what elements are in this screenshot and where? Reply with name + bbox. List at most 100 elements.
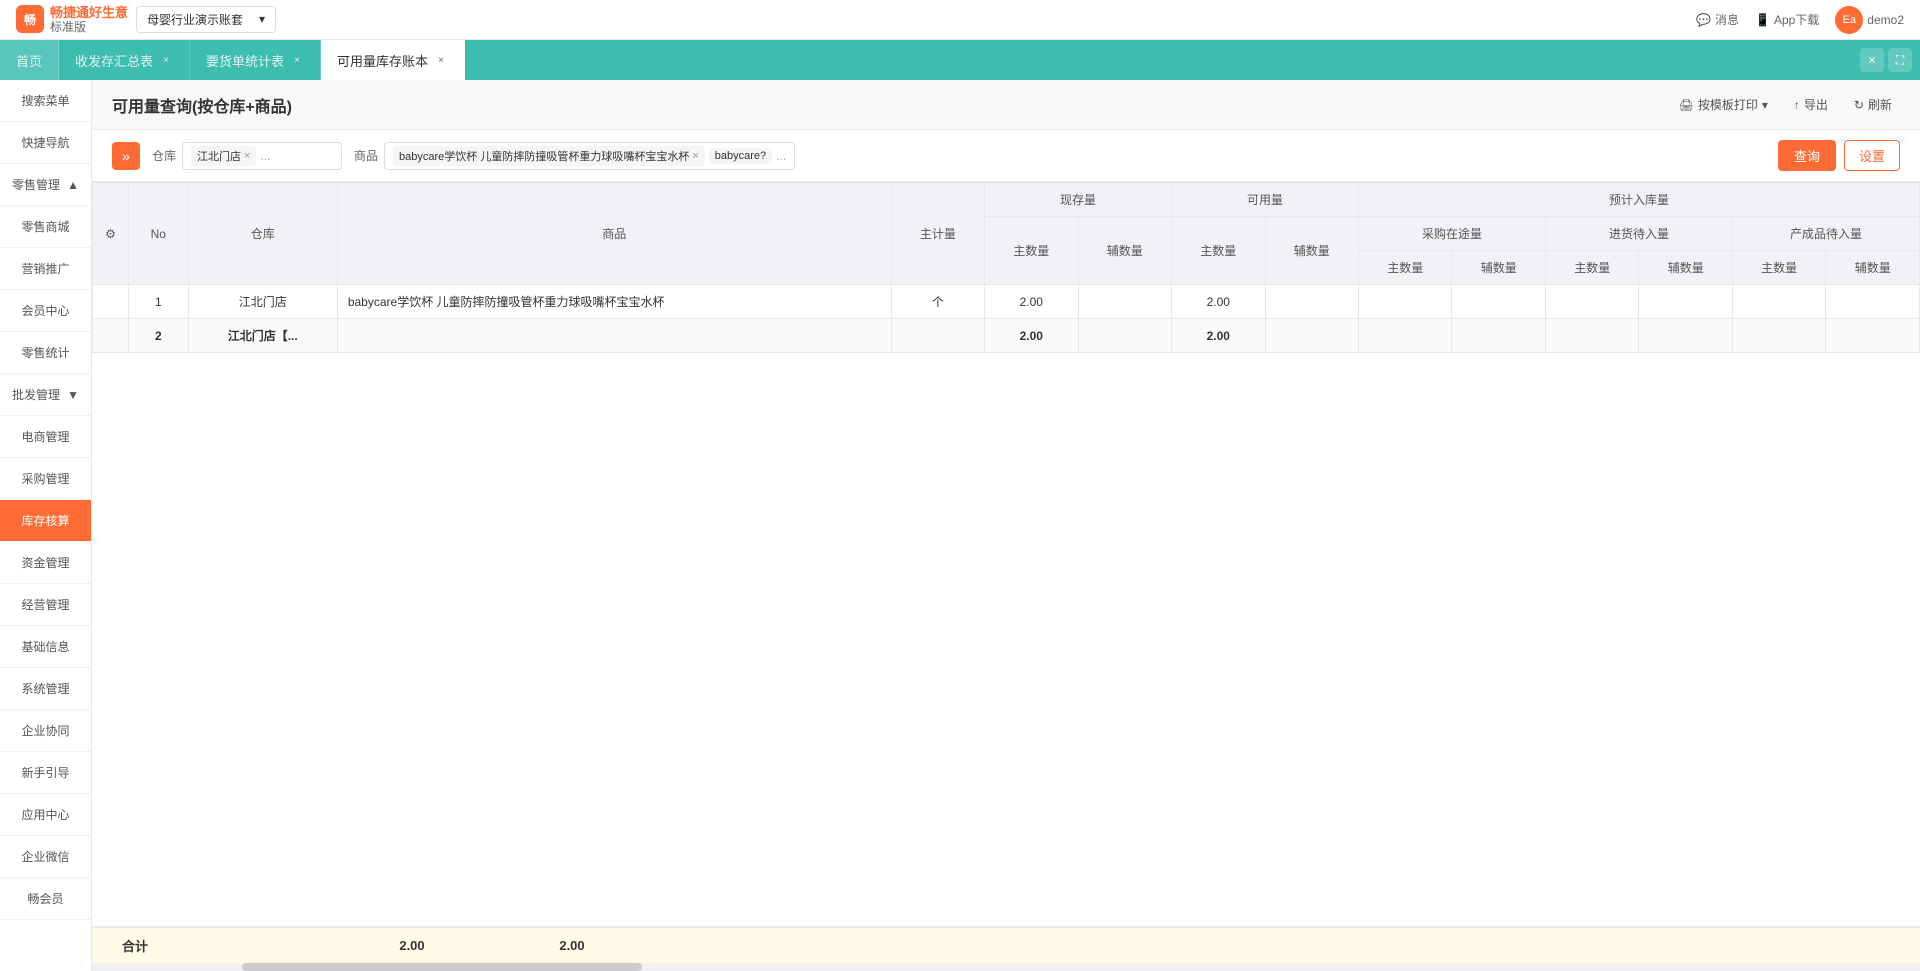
filter-bar: » 仓库 江北门店 × ... 商品 babycare学饮杯 儿童防摔防撞吸管杯… (92, 130, 1920, 182)
sidebar-item-ecommerce[interactable]: 电商管理 (0, 416, 91, 458)
product-tag-2: babycare? (709, 148, 772, 164)
filter-toggle-btn[interactable]: » (112, 142, 140, 170)
th-planned-inbound: 预计入库量 (1359, 183, 1920, 217)
refresh-icon: ↻ (1854, 98, 1864, 112)
close-tab-inventory-book[interactable]: × (434, 53, 448, 67)
nav-tabs-actions: × ⛶ (1852, 40, 1920, 80)
th-inbound-main: 主数量 (1545, 251, 1638, 285)
row2-settings[interactable] (93, 319, 129, 353)
sidebar-item-system[interactable]: 系统管理 (0, 668, 91, 710)
sidebar-item-retail-mall[interactable]: 零售商城 (0, 206, 91, 248)
row2-current-main: 2.00 (985, 319, 1078, 353)
sidebar-item-newbie[interactable]: 新手引导 (0, 752, 91, 794)
sidebar-item-retail-mgmt[interactable]: 零售管理 ▲ (0, 164, 91, 206)
tab-home[interactable]: 首页 (0, 40, 59, 80)
main-layout: 搜索菜单 快捷导航 零售管理 ▲ 零售商城 营销推广 会员中心 零售统计 批发管… (0, 80, 1920, 971)
tab-receive-send[interactable]: 收发存汇总表 × (59, 40, 190, 80)
th-purchase-transit: 采购在途量 (1359, 217, 1546, 251)
warehouse-filter-group: 仓库 江北门店 × ... (152, 142, 342, 170)
warehouse-more[interactable]: ... (260, 149, 270, 163)
fullscreen-btn[interactable]: ⛶ (1888, 48, 1912, 72)
sidebar-item-operations[interactable]: 经营管理 (0, 584, 91, 626)
th-warehouse: 仓库 (188, 183, 337, 285)
page-header: 可用量查询(按仓库+商品) 🖨 按模板打印 ▾ ↑ 导出 ↻ 刷新 (92, 80, 1920, 130)
tab-order-stats[interactable]: 要货单统计表 × (190, 40, 321, 80)
message-btn[interactable]: 💬 消息 (1696, 11, 1739, 28)
table-wrap: ⚙ No 仓库 商品 主计量 现存量 可用量 预计入库量 主数量 辅数量 主数量… (92, 182, 1920, 926)
bottom-scrollbar[interactable] (92, 963, 1920, 971)
warehouse-input[interactable]: 江北门店 × ... (182, 142, 342, 170)
row2-inbound-aux (1639, 319, 1732, 353)
row1-inbound-aux (1639, 285, 1732, 319)
th-purchase-aux: 辅数量 (1452, 251, 1545, 285)
message-icon: 💬 (1696, 13, 1711, 27)
th-current-aux: 辅数量 (1078, 217, 1171, 285)
th-inbound-pending: 进货待入量 (1545, 217, 1732, 251)
row1-purchase-aux (1452, 285, 1545, 319)
close-tab-receive-send[interactable]: × (159, 53, 173, 67)
user-avatar[interactable]: Ea demo2 (1835, 6, 1904, 34)
sidebar-item-quick-nav[interactable]: 快捷导航 (0, 122, 91, 164)
row2-purchase-aux (1452, 319, 1545, 353)
logo-text: 畅捷通好生意 标准版 (50, 5, 128, 35)
sidebar-item-retail-stats[interactable]: 零售统计 (0, 332, 91, 374)
product-more[interactable]: ... (776, 149, 786, 163)
tab-inventory-book[interactable]: 可用量库存账本 × (321, 40, 465, 80)
table-row: 2 江北门店【... 2.00 2.00 (93, 319, 1920, 353)
product-input[interactable]: babycare学饮杯 儿童防摔防撞吸管杯重力球吸嘴杯宝宝水杯 × babyca… (384, 142, 795, 170)
row2-production-main (1732, 319, 1825, 353)
footer-avail-main: 2.00 (532, 938, 612, 953)
row2-production-aux (1826, 319, 1920, 353)
row2-unit (891, 319, 984, 353)
print-btn[interactable]: 🖨 按模板打印 ▾ (1671, 92, 1776, 117)
th-inbound-aux: 辅数量 (1639, 251, 1732, 285)
footer-values: 2.00 2.00 (292, 938, 1900, 953)
row1-current-main: 2.00 (985, 285, 1078, 319)
row1-no: 1 (129, 285, 189, 319)
sidebar-item-purchase[interactable]: 采购管理 (0, 458, 91, 500)
avatar-img: Ea (1835, 6, 1863, 34)
th-settings[interactable]: ⚙ (93, 183, 129, 285)
close-tab-order-stats[interactable]: × (290, 53, 304, 67)
sidebar-item-wholesale-mgmt[interactable]: 批发管理 ▼ (0, 374, 91, 416)
row2-avail-main: 2.00 (1172, 319, 1265, 353)
sidebar-item-enterprise[interactable]: 企业协同 (0, 710, 91, 752)
row1-avail-aux (1265, 285, 1358, 319)
app-download-btn[interactable]: 📱 App下载 (1755, 11, 1819, 28)
chevron-icon: ▲ (67, 178, 79, 192)
settings-btn[interactable]: 设置 (1844, 140, 1900, 171)
export-btn[interactable]: ↑ 导出 (1786, 92, 1836, 117)
content-area: 可用量查询(按仓库+商品) 🖨 按模板打印 ▾ ↑ 导出 ↻ 刷新 » (92, 80, 1920, 971)
logo-icon: 畅 (16, 5, 44, 33)
th-current-stock: 现存量 (985, 183, 1172, 217)
industry-selector[interactable]: 母婴行业演示账套 ▾ (136, 6, 276, 33)
row1-settings[interactable] (93, 285, 129, 319)
sidebar-item-search[interactable]: 搜索菜单 (0, 80, 91, 122)
row2-purchase-main (1359, 319, 1452, 353)
sidebar-item-inventory[interactable]: 库存核算 (0, 500, 91, 542)
sidebar-item-app-center[interactable]: 应用中心 (0, 794, 91, 836)
th-current-main: 主数量 (985, 217, 1078, 285)
th-production-aux: 辅数量 (1826, 251, 1920, 285)
main-table: ⚙ No 仓库 商品 主计量 现存量 可用量 预计入库量 主数量 辅数量 主数量… (92, 182, 1920, 353)
th-no: No (129, 183, 189, 285)
row2-current-aux (1078, 319, 1171, 353)
sidebar-item-wechat[interactable]: 企业微信 (0, 836, 91, 878)
sidebar-item-basic-info[interactable]: 基础信息 (0, 626, 91, 668)
close-all-tabs-btn[interactable]: × (1860, 48, 1884, 72)
sidebar-item-marketing[interactable]: 营销推广 (0, 248, 91, 290)
query-btn[interactable]: 查询 (1778, 140, 1836, 171)
refresh-btn[interactable]: ↻ 刷新 (1846, 92, 1900, 117)
product-tag-1: babycare学饮杯 儿童防摔防撞吸管杯重力球吸嘴杯宝宝水杯 × (393, 146, 705, 166)
table-row: 1 江北门店 babycare学饮杯 儿童防摔防撞吸管杯重力球吸嘴杯宝宝水杯 个… (93, 285, 1920, 319)
warehouse-tag-close[interactable]: × (244, 150, 250, 162)
sidebar-item-member-center[interactable]: 会员中心 (0, 290, 91, 332)
sidebar-item-finance[interactable]: 资金管理 (0, 542, 91, 584)
sidebar-item-vip[interactable]: 畅会员 (0, 878, 91, 920)
product-tag-1-close[interactable]: × (692, 150, 698, 162)
scrollbar-thumb[interactable] (242, 963, 642, 971)
top-bar-right: 💬 消息 📱 App下载 Ea demo2 (1696, 6, 1904, 34)
page-header-actions: 🖨 按模板打印 ▾ ↑ 导出 ↻ 刷新 (1671, 92, 1900, 117)
chevron-down-icon: ▼ (67, 388, 79, 402)
row2-inbound-main (1545, 319, 1638, 353)
